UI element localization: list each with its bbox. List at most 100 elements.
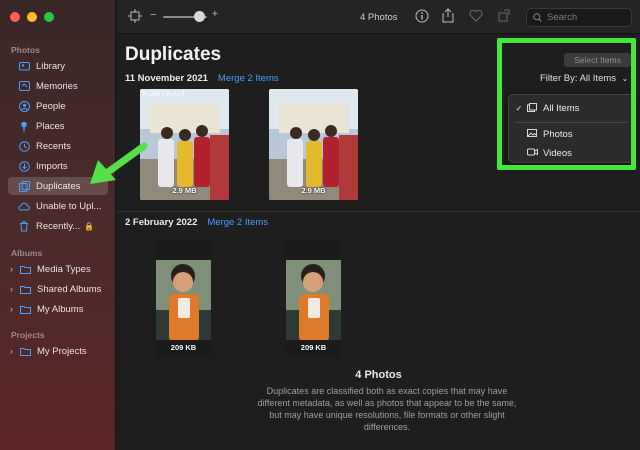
rotate-icon[interactable] [498,9,511,25]
sidebar-item-places[interactable]: Places [8,117,108,135]
share-icon[interactable] [442,8,454,26]
places-icon [18,120,30,132]
chevron-right-icon[interactable]: › [10,346,16,356]
photo-size: 209 KB [170,343,197,352]
duplicates-description: Duplicates are classified both as exact … [257,386,517,432]
info-icon[interactable] [415,9,429,26]
photo-size: 2.9 MB [172,186,197,195]
sidebar-section-projects: Projects [11,330,45,340]
memories-icon [18,80,30,92]
search-input[interactable] [547,12,627,23]
duplicate-group-header: 2 February 2022 Merge 2 Items [125,217,268,228]
chevron-right-icon[interactable]: › [10,304,16,314]
sidebar-item-recently-deleted[interactable]: Recently... 🔒 [8,217,108,235]
filter-option-label: All Items [543,102,580,114]
sidebar-section-albums: Albums [11,248,43,258]
portrait-photo-image [269,89,358,200]
photo-thumbnail[interactable]: 209 KB [286,240,341,357]
group-divider [117,211,640,212]
select-items-button[interactable]: Select Items [564,53,631,67]
sidebar-item-people[interactable]: People [8,97,108,115]
zoom-out-button[interactable]: − [150,9,156,21]
checkmark-icon: ✓ [515,103,523,113]
sidebar-item-label: Unable to Upl... [36,200,102,212]
merge-button[interactable]: Merge 2 Items [207,217,268,228]
sidebar-item-unable-to-upload[interactable]: Unable to Upl... [8,197,108,215]
trash-icon [18,220,30,232]
annotation-arrow [90,142,148,184]
folder-icon [19,263,31,275]
sidebar-item-media-types[interactable]: › Media Types [8,260,108,278]
menu-divider [515,122,628,123]
photo-thumbnail[interactable]: 2.9 MB [269,89,358,200]
merge-button[interactable]: Merge 2 Items [218,73,279,84]
filter-by-label: Filter By: All Items [540,73,617,84]
sidebar-item-shared-albums[interactable]: › Shared Albums [8,280,108,298]
search-icon [533,9,542,27]
filter-option-label: Photos [543,128,573,140]
all-items-icon [527,102,539,114]
sidebar-item-label: Duplicates [36,180,81,192]
group-date: 11 November 2021 [125,73,208,84]
sidebar: Photos Library Memories People Places Re… [0,0,116,450]
child-photo-image [156,240,211,357]
zoom-slider-knob[interactable] [194,11,205,22]
sidebar-item-label: People [36,100,66,112]
child-photo-image [286,240,341,357]
photo-icon [527,129,539,139]
zoom-window-button[interactable] [44,12,54,22]
crop-icon[interactable] [128,9,142,26]
photo-size: 209 KB [300,343,327,352]
sidebar-item-label: Imports [36,160,68,172]
portrait-photo-image [140,89,229,200]
page-title: Duplicates [125,44,222,65]
library-icon [18,60,30,72]
main-content: Duplicates Select Items Filter By: All I… [117,35,640,450]
filter-dropdown-menu: ✓ All Items Photos Videos [508,94,635,163]
photo-size: 2.9 MB [301,186,326,195]
lock-icon: 🔒 [84,221,95,231]
imports-icon [18,160,30,172]
duplicates-icon [18,180,30,192]
sidebar-item-my-projects[interactable]: › My Projects [8,342,108,360]
sidebar-item-label: Media Types [37,263,91,275]
zoom-in-button[interactable]: + [212,9,218,20]
photo-count-summary: 4 Photos [355,369,402,381]
toolbar: − + 4 Photos [117,0,640,34]
sidebar-item-library[interactable]: Library [8,57,108,75]
sidebar-item-label: Recents [36,140,71,152]
photo-thumbnail[interactable]: 209 KB [156,240,211,357]
minimize-window-button[interactable] [27,12,37,22]
sidebar-item-label: My Projects [37,345,87,357]
filter-option-all-items[interactable]: ✓ All Items [509,100,634,116]
window-controls [10,12,54,22]
sidebar-section-photos: Photos [11,45,40,55]
people-icon [18,100,30,112]
chevron-right-icon[interactable]: › [10,284,16,294]
sidebar-item-label: Library [36,60,66,72]
sidebar-item-label: Recently... [36,220,81,232]
sidebar-item-label: Memories [36,80,78,92]
filter-option-label: Videos [543,147,572,159]
filter-option-photos[interactable]: Photos [509,126,634,142]
photo-thumbnail[interactable]: PORTRAIT 2.9 MB [140,89,229,200]
search-field[interactable] [526,8,632,27]
cloud-icon [18,200,30,212]
sidebar-item-my-albums[interactable]: › My Albums [8,300,108,318]
folder-icon [19,303,31,315]
photo-tag: PORTRAIT [143,91,187,98]
filter-option-videos[interactable]: Videos [509,145,634,161]
sidebar-item-memories[interactable]: Memories [8,77,108,95]
duplicate-group-header: 11 November 2021 Merge 2 Items [125,73,279,84]
video-icon [527,148,539,158]
heart-icon[interactable] [469,9,483,25]
chevron-right-icon[interactable]: › [10,264,16,274]
sidebar-item-label: My Albums [37,303,84,315]
group-date: 2 February 2022 [125,217,198,228]
folder-icon [19,283,31,295]
filter-by-dropdown[interactable]: Filter By: All Items ⌄ [540,73,628,84]
close-window-button[interactable] [10,12,20,22]
recents-icon [18,140,30,152]
sidebar-item-label: Places [36,120,65,132]
sidebar-item-label: Shared Albums [37,283,102,295]
